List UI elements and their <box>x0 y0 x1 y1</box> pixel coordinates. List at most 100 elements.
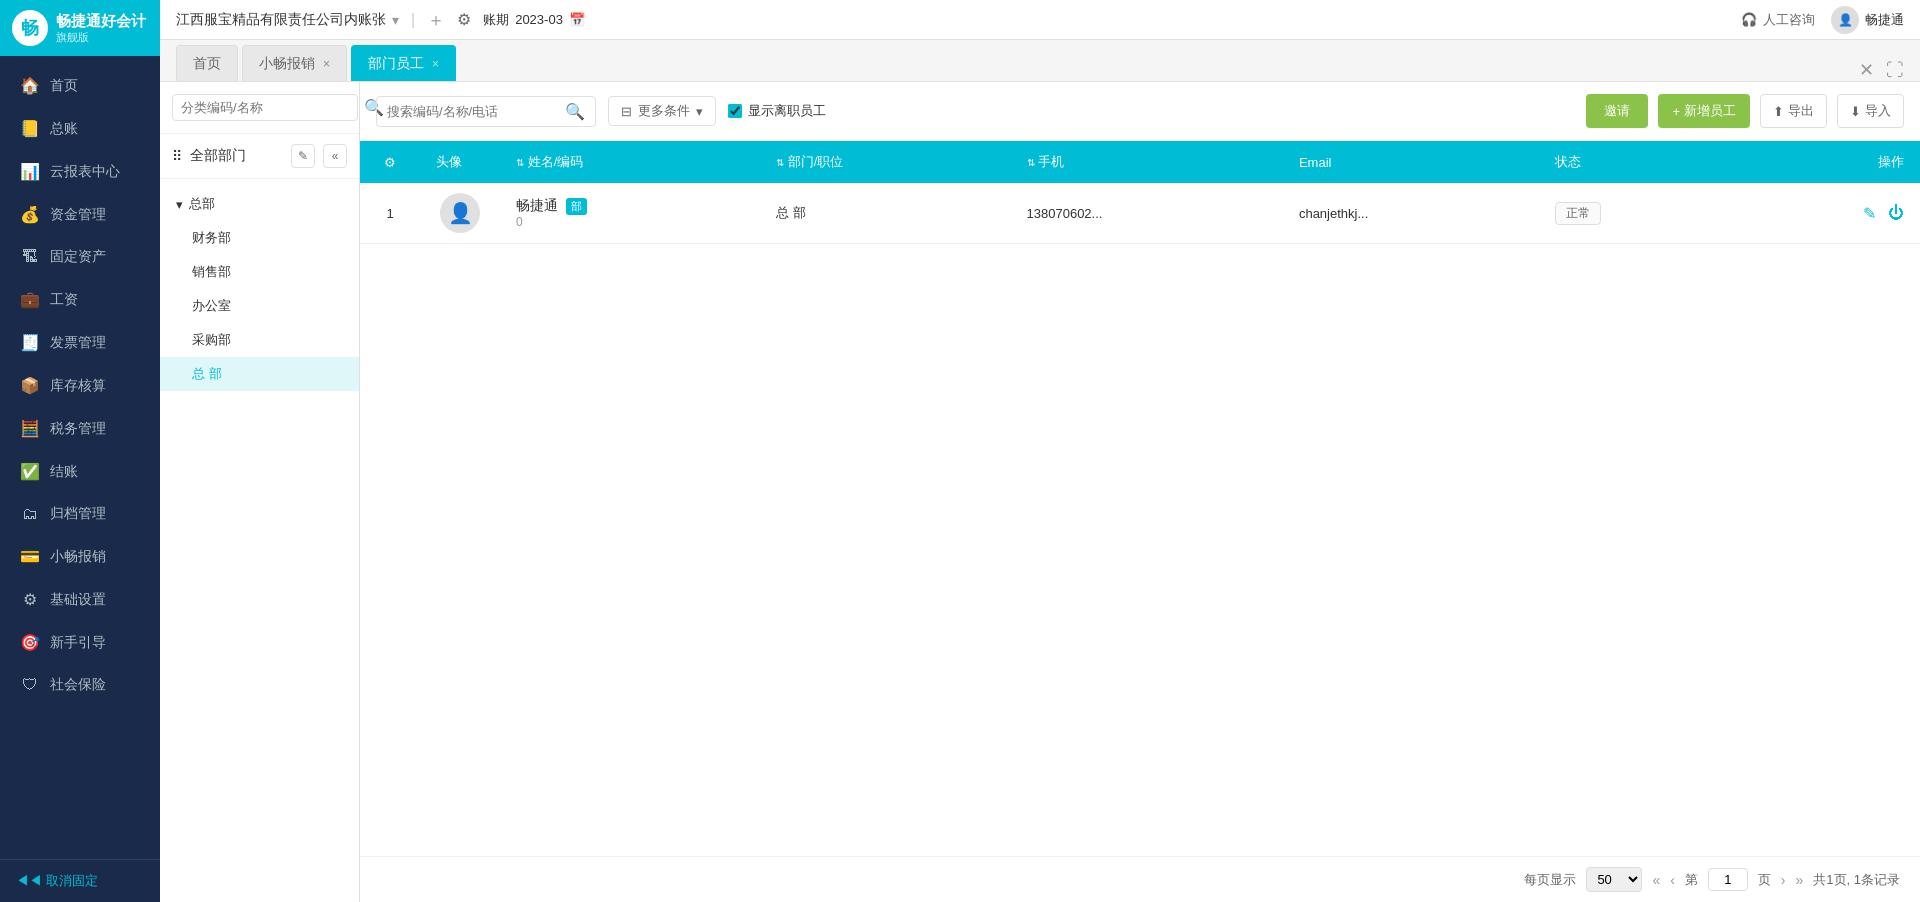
dept-collapse-icon[interactable]: « <box>323 144 347 168</box>
col-status-label: 状态 <box>1555 154 1581 169</box>
first-page-button[interactable]: « <box>1652 872 1660 888</box>
toolbar-actions: 邀请 + 新增员工 ⬆ 导出 ⬇ 导入 <box>1586 94 1904 128</box>
row-index: 1 <box>360 183 420 244</box>
show-resigned-checkbox-label[interactable]: 显示离职员工 <box>728 102 826 120</box>
tab-close-all-icon[interactable]: ✕ <box>1859 59 1874 81</box>
all-dept-header[interactable]: ⠿ 全部部门 ✎ « <box>160 134 359 179</box>
sidebar-item-invoice[interactable]: 🧾 发票管理 <box>0 321 160 364</box>
dept-badge: 部 <box>566 198 587 215</box>
name-container: 畅捷通 部 <box>516 197 744 215</box>
col-action-label: 操作 <box>1878 154 1904 169</box>
support-button[interactable]: 🎧 人工咨询 <box>1741 11 1815 29</box>
import-icon: ⬇ <box>1850 104 1861 119</box>
ledger-icon: 📒 <box>20 119 40 138</box>
avatar: 👤 <box>1831 6 1859 34</box>
user-menu[interactable]: 👤 畅捷通 <box>1831 6 1904 34</box>
add-employee-button[interactable]: + 新增员工 <box>1658 94 1750 128</box>
topbar-gear-button[interactable]: ⚙ <box>457 10 471 29</box>
invite-button[interactable]: 邀请 <box>1586 94 1648 128</box>
topbar-period: 账期 2023-03 📅 <box>483 11 585 29</box>
sidebar-item-insurance[interactable]: 🛡 社会保险 <box>0 664 160 706</box>
export-button[interactable]: ⬆ 导出 <box>1760 94 1827 128</box>
show-resigned-checkbox[interactable] <box>728 104 742 118</box>
import-button[interactable]: ⬇ 导入 <box>1837 94 1904 128</box>
support-label: 人工咨询 <box>1763 11 1815 29</box>
company-selector[interactable]: 江西服宝精品有限责任公司内账张 ▾ <box>176 11 399 29</box>
filter-icon: ⊟ <box>621 104 632 119</box>
col-settings[interactable]: ⚙ <box>360 141 420 183</box>
prev-page-button[interactable]: ‹ <box>1670 872 1675 888</box>
dept-finance-label: 财务部 <box>192 229 231 247</box>
row-name-cell: 畅捷通 部 0 <box>500 183 760 244</box>
col-phone-header[interactable]: ⇅ 手机 <box>1011 141 1283 183</box>
tab-home[interactable]: 首页 <box>176 45 238 81</box>
dept-edit-icon[interactable]: ✎ <box>291 144 315 168</box>
sort-icon-dept: ⇅ <box>776 157 784 168</box>
tab-expand-icon[interactable]: ⛶ <box>1886 60 1904 81</box>
employee-search-input[interactable] <box>387 104 557 119</box>
sidebar-item-guide[interactable]: 🎯 新手引导 <box>0 621 160 664</box>
sidebar-item-inventory-label: 库存核算 <box>50 377 106 395</box>
dept-item-purchase[interactable]: 采购部 <box>160 323 359 357</box>
row-phone-cell: 138070602... <box>1011 183 1283 244</box>
sidebar-item-invoice-label: 发票管理 <box>50 334 106 352</box>
next-page-button[interactable]: › <box>1781 872 1786 888</box>
pagination-bar: 每页显示 50 10 20 100 « ‹ 第 页 › » 共1页, 1条记录 <box>360 856 1920 902</box>
last-page-button[interactable]: » <box>1796 872 1804 888</box>
sidebar-item-ledger[interactable]: 📒 总账 <box>0 107 160 150</box>
sidebar-item-archive-label: 归档管理 <box>50 505 106 523</box>
sidebar-item-salary[interactable]: 💼 工资 <box>0 278 160 321</box>
page-input[interactable] <box>1708 868 1748 891</box>
dept-sales-label: 销售部 <box>192 263 231 281</box>
employee-toolbar: 🔍 ⊟ 更多条件 ▾ 显示离职员工 邀请 + 新增员工 <box>360 82 1920 141</box>
row-name: 畅捷通 <box>516 197 558 215</box>
archive-icon: 🗂 <box>20 505 40 523</box>
filter-label: 更多条件 <box>638 102 690 120</box>
calendar-icon[interactable]: 📅 <box>569 12 585 27</box>
period-value: 2023-03 <box>515 12 563 27</box>
tab-expense[interactable]: 小畅报销 × <box>242 45 347 81</box>
tax-icon: 🧮 <box>20 419 40 438</box>
row-code: 0 <box>516 215 744 229</box>
row-dept-cell: 总 部 <box>760 183 1011 244</box>
classify-search-input[interactable] <box>172 94 358 121</box>
more-filter-button[interactable]: ⊟ 更多条件 ▾ <box>608 96 716 126</box>
dept-item-sales[interactable]: 销售部 <box>160 255 359 289</box>
logo[interactable]: 畅 畅捷通好会计 旗舰版 <box>0 0 160 56</box>
sidebar-item-home[interactable]: 🏠 首页 <box>0 64 160 107</box>
sidebar-item-checkout[interactable]: ✅ 结账 <box>0 450 160 493</box>
dept-item-general[interactable]: 总 部 <box>160 357 359 391</box>
dept-item-zongbu[interactable]: ▾ 总部 <box>160 187 359 221</box>
sidebar-item-settings[interactable]: ⚙ 基础设置 <box>0 578 160 621</box>
sidebar-item-expense[interactable]: 💳 小畅报销 <box>0 535 160 578</box>
col-dept-header[interactable]: ⇅ 部门/职位 <box>760 141 1011 183</box>
export-icon: ⬆ <box>1773 104 1784 119</box>
per-page-select[interactable]: 50 10 20 100 <box>1586 867 1642 892</box>
tab-expense-close[interactable]: × <box>323 57 330 71</box>
employee-search-icon[interactable]: 🔍 <box>565 102 585 121</box>
sidebar-item-tax[interactable]: 🧮 税务管理 <box>0 407 160 450</box>
dept-item-office[interactable]: 办公室 <box>160 289 359 323</box>
logo-subtitle: 旗舰版 <box>56 30 146 45</box>
filter-chevron-icon: ▾ <box>696 104 703 119</box>
sidebar-item-archive[interactable]: 🗂 归档管理 <box>0 493 160 535</box>
tab-dept-employee[interactable]: 部门员工 × <box>351 45 456 81</box>
tabs-actions: ✕ ⛶ <box>1859 59 1904 81</box>
guide-icon: 🎯 <box>20 633 40 652</box>
topbar-separator: | <box>411 11 415 29</box>
sidebar-item-funds[interactable]: 💰 资金管理 <box>0 193 160 236</box>
employee-search-box[interactable]: 🔍 <box>376 96 596 127</box>
sidebar-item-assets[interactable]: 🏗 固定资产 <box>0 236 160 278</box>
sidebar: 畅 畅捷通好会计 旗舰版 🏠 首页 📒 总账 📊 云报表中心 💰 资金管理 🏗 … <box>0 0 160 902</box>
edit-icon[interactable]: ✎ <box>1863 204 1876 223</box>
per-page-label: 每页显示 <box>1524 871 1576 889</box>
sidebar-item-reports[interactable]: 📊 云报表中心 <box>0 150 160 193</box>
logout-icon[interactable]: ⏻ <box>1888 204 1904 222</box>
topbar-add-button[interactable]: ＋ <box>427 8 445 32</box>
sidebar-item-inventory[interactable]: 📦 库存核算 <box>0 364 160 407</box>
checkout-icon: ✅ <box>20 462 40 481</box>
tab-dept-close[interactable]: × <box>432 57 439 71</box>
dept-item-finance[interactable]: 财务部 <box>160 221 359 255</box>
col-name-header[interactable]: ⇅ 姓名/编码 <box>500 141 760 183</box>
cancel-pin-button[interactable]: ◀◀ 取消固定 <box>0 859 160 902</box>
